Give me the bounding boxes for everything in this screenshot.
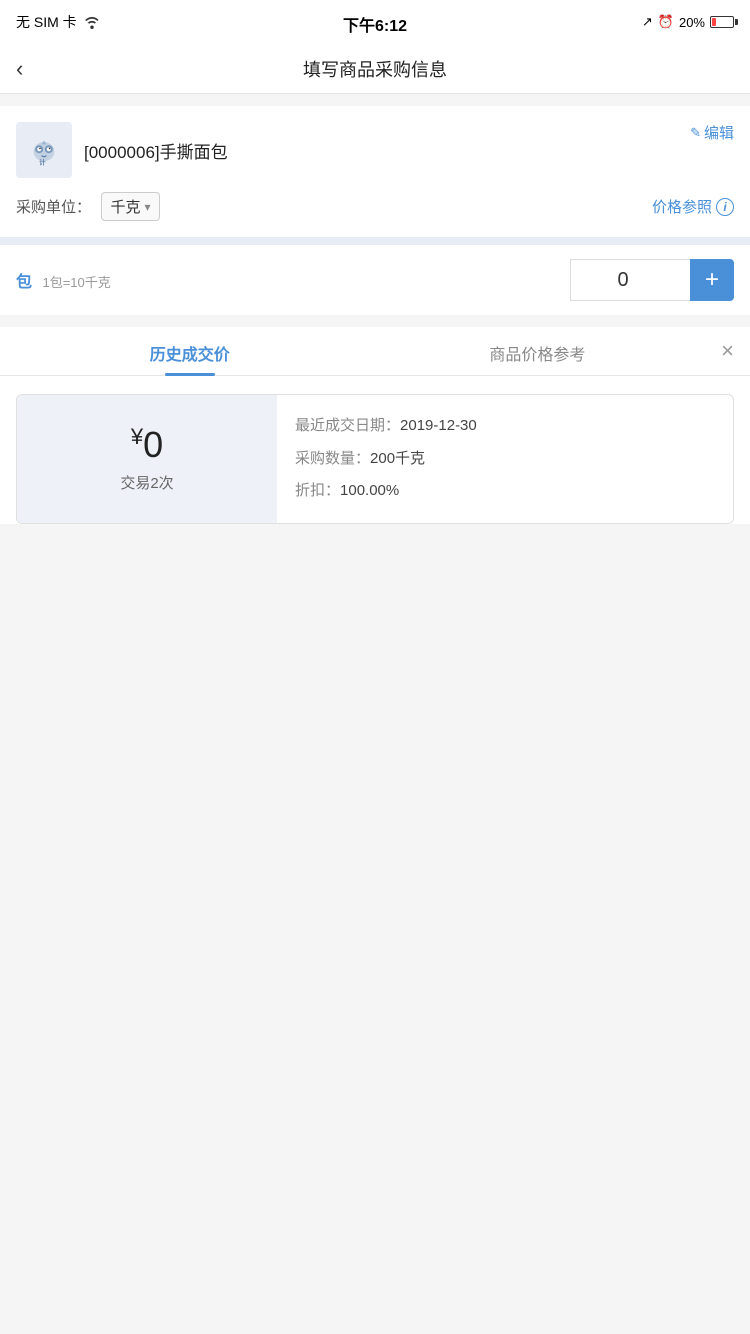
tab-price-ref[interactable]: 商品价格参考 [364,327,712,375]
recent-date-label: 最近成交日期： [295,417,400,434]
unit-info-section: 包 1包=10千克 [16,268,111,292]
chevron-down-icon: ▾ [144,200,150,214]
price-ref-button[interactable]: 价格参照 i [652,196,734,217]
unit-badge: 包 [16,274,32,291]
product-unit-row: 采购单位： 千克 ▾ 价格参照 i [16,192,734,221]
back-button[interactable]: ‹ [16,56,23,82]
alarm-icon: ⏰ [658,14,674,30]
discount-label: 折扣： [295,482,340,499]
price-amount: ¥0 [131,424,163,466]
product-left: 计 [0000006]手撕面包 [16,122,228,178]
price-trades: 交易2次 [120,472,173,493]
currency-symbol: ¥ [131,424,143,449]
unit-value: 千克 [110,196,140,217]
tab-history-price[interactable]: 历史成交价 [16,327,364,375]
price-ref-label: 价格参照 [652,196,712,217]
product-header: 计 [0000006]手撕面包 ✎ 编辑 [16,122,734,178]
recent-date-value: 2019-12-30 [400,417,477,434]
edit-icon: ✎ [690,125,701,141]
product-name: [0000006]手撕面包 [84,138,228,163]
qty-controls: + [570,259,734,301]
wifi-icon [83,15,101,29]
battery-icon [710,16,734,28]
unit-label-text: 采购单位： [16,199,91,216]
page-title: 填写商品采购信息 [303,56,447,82]
battery-percent: 20% [679,15,705,30]
battery-fill [712,18,716,26]
tabs-header: 历史成交价 商品价格参考 × [0,327,750,376]
help-icon: i [716,198,734,216]
price-left-panel: ¥0 交易2次 [17,395,277,523]
status-left: 无 SIM 卡 [16,12,101,32]
price-value: 0 [143,424,163,465]
recent-date-row: 最近成交日期：2019-12-30 [295,415,715,438]
discount-value: 100.00% [340,482,399,499]
section-divider [0,237,750,245]
qty-label: 采购数量： [295,450,370,467]
qty-value: 200千克 [370,450,425,467]
status-time: 下午6:12 [343,12,407,36]
nav-bar: ‹ 填写商品采购信息 [0,44,750,94]
product-logo-icon: 计 [28,134,60,166]
unit-sub-text: 1包=10千克 [42,275,110,290]
status-right: ↗ ⏰ 20% [642,14,734,30]
quantity-input[interactable] [570,259,690,301]
location-icon: ↗ [642,14,653,30]
tabs-section: 历史成交价 商品价格参考 × ¥0 交易2次 最近成交日期：2019-12-30… [0,327,750,524]
unit-select[interactable]: 千克 ▾ [101,192,159,221]
qty-plus-button[interactable]: + [690,259,734,301]
carrier-text: 无 SIM 卡 [16,12,77,32]
tab-close-button[interactable]: × [711,338,734,364]
quantity-row: 包 1包=10千克 + [0,245,750,315]
discount-row: 折扣：100.00% [295,480,715,503]
bottom-area [0,542,750,1142]
price-card: ¥0 交易2次 最近成交日期：2019-12-30 采购数量：200千克 折扣：… [16,394,734,524]
product-card: 计 [0000006]手撕面包 ✎ 编辑 采购单位： 千克 ▾ 价格参照 i [0,106,750,237]
price-right-panel: 最近成交日期：2019-12-30 采购数量：200千克 折扣：100.00% [277,395,733,523]
product-thumbnail: 计 [16,122,72,178]
qty-row: 采购数量：200千克 [295,448,715,471]
edit-label: 编辑 [704,122,734,143]
status-bar: 无 SIM 卡 下午6:12 ↗ ⏰ 20% [0,0,750,44]
edit-button[interactable]: ✎ 编辑 [690,122,734,143]
unit-section: 采购单位： 千克 ▾ [16,192,160,221]
svg-text:计: 计 [39,157,46,166]
